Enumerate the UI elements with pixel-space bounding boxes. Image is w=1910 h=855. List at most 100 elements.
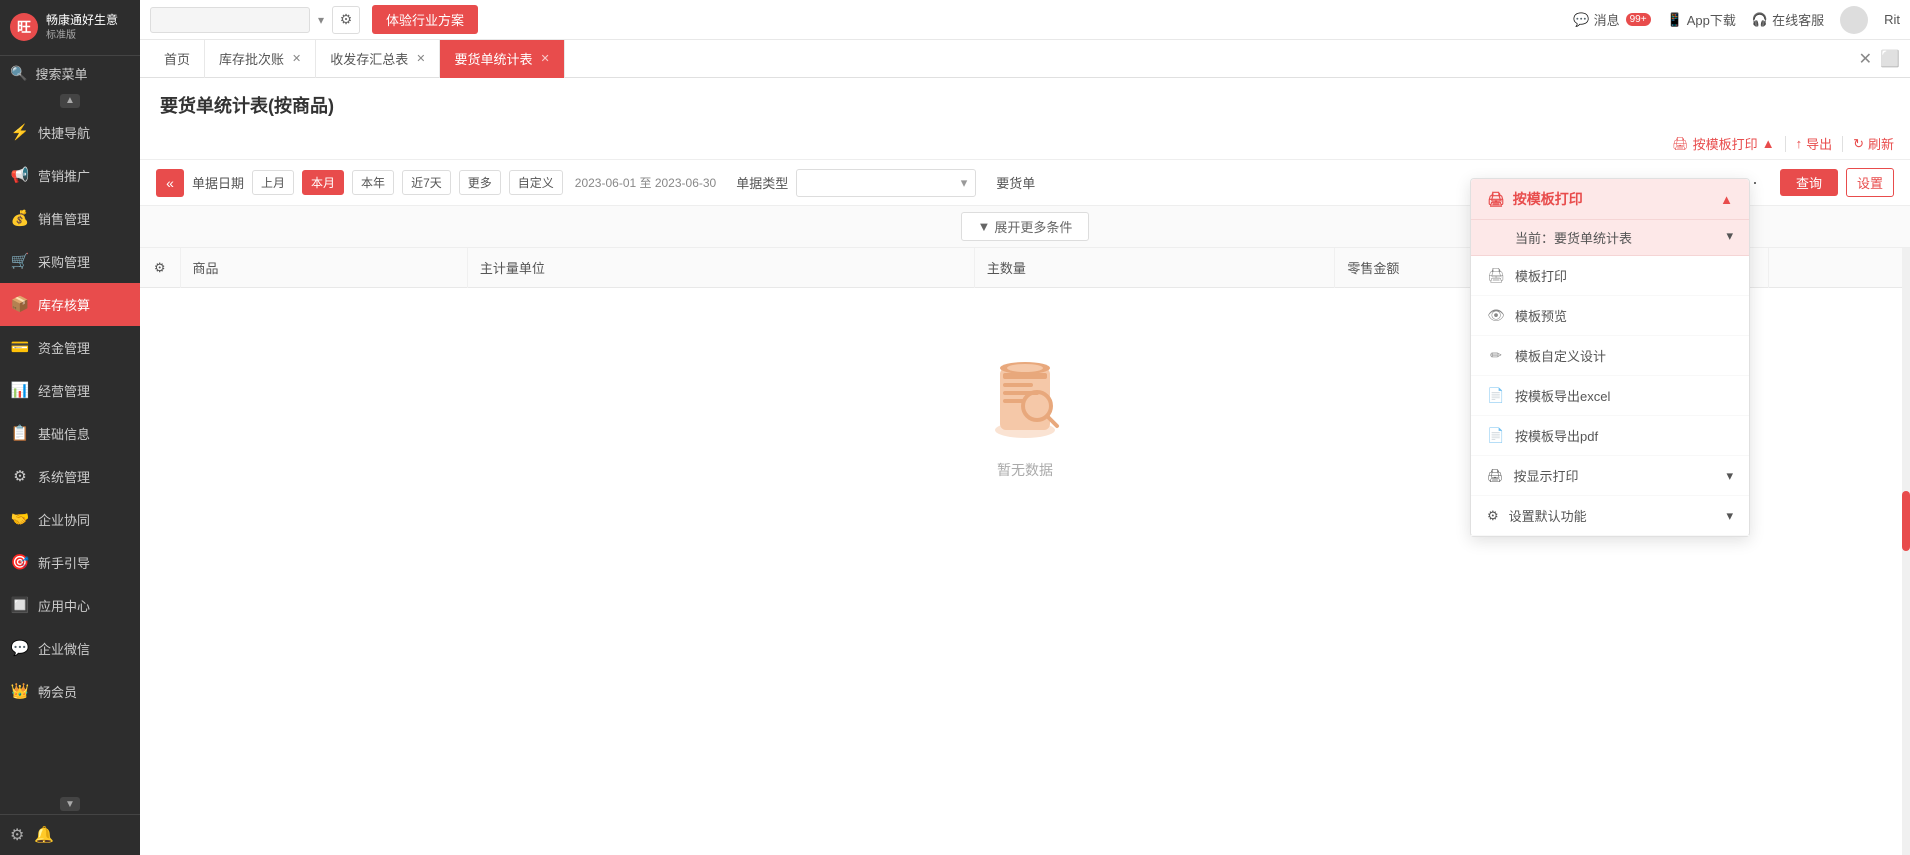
scroll-up-btn[interactable]: ▲ xyxy=(60,94,80,108)
sidebar-search[interactable]: 🔍 搜索菜单 xyxy=(0,56,140,91)
refresh-btn[interactable]: ↻ 刷新 xyxy=(1853,134,1894,153)
inventory-icon: 📦 xyxy=(10,295,30,313)
expand-more-btn[interactable]: ▼ 展开更多条件 xyxy=(961,212,1090,241)
gear-icon: ⚙ xyxy=(340,11,353,28)
tab-receipt-summary[interactable]: 收发存汇总表 ✕ xyxy=(316,40,440,78)
content-area: 要货单统计表(按商品) 🖨 按模板打印 ▲ ↑ 导出 ↻ 刷新 « 单据日期 xyxy=(140,78,1910,855)
online-service-btn[interactable]: 🎧 在线客服 xyxy=(1752,10,1824,29)
empty-text: 暂无数据 xyxy=(997,460,1053,480)
type-filter-select[interactable]: ▾ xyxy=(796,169,976,197)
date-btn-last-month[interactable]: 上月 xyxy=(252,170,294,195)
print-dropdown-menu: 🖨 按模板打印 ▲ 当前：要货单统计表 ▾ 🖨 模板打印 👁 模板预览 xyxy=(1470,178,1750,537)
app-download-btn[interactable]: 📱 App下载 xyxy=(1667,10,1736,29)
footer-sound-icon[interactable]: 🔔 xyxy=(34,825,54,845)
sidebar-item-quick-nav[interactable]: ⚡ 快捷导航 xyxy=(0,111,140,154)
topbar-right: 💬 消息 99+ 📱 App下载 🎧 在线客服 Rit xyxy=(1573,6,1900,34)
template-design-icon: ✏ xyxy=(1487,347,1505,364)
dropdown-display-print[interactable]: 🖨 按显示打印 ▾ xyxy=(1471,456,1749,496)
tab-order-stats[interactable]: 要货单统计表 ✕ xyxy=(440,40,564,78)
scrollbar-thumb[interactable] xyxy=(1902,491,1910,551)
date-range: 2023-06-01 至 2023-06-30 xyxy=(575,174,716,191)
dropdown-set-default[interactable]: ⚙ 设置默认功能 ▾ xyxy=(1471,496,1749,536)
app-logo-text: 畅康通好生意 标准版 xyxy=(46,12,118,43)
search-input[interactable] xyxy=(150,7,310,33)
dropdown-close-arrow-icon[interactable]: ▲ xyxy=(1720,192,1733,207)
settings-btn[interactable]: 设置 xyxy=(1846,168,1894,197)
tab-home[interactable]: 首页 xyxy=(150,40,205,78)
message-btn[interactable]: 💬 消息 99+ xyxy=(1573,10,1650,29)
sidebar-item-finance[interactable]: 💳 资金管理 xyxy=(0,326,140,369)
set-default-icon: ⚙ xyxy=(1487,508,1499,524)
sidebar-item-app-center[interactable]: 🔲 应用中心 xyxy=(0,584,140,627)
template-print-icon: 🖨 xyxy=(1487,267,1505,284)
dropdown-export-excel[interactable]: 📄 按模板导出excel xyxy=(1471,376,1749,416)
enterprise-icon: 🤝 xyxy=(10,510,30,528)
avatar[interactable] xyxy=(1840,6,1868,34)
dropdown-current-item[interactable]: 当前：要货单统计表 ▾ xyxy=(1471,220,1749,256)
print-icon: 🖨 xyxy=(1672,136,1689,152)
close-tab-receipt-summary-icon[interactable]: ✕ xyxy=(416,52,425,65)
date-btn-more[interactable]: 更多 xyxy=(459,170,501,195)
sidebar-item-guide[interactable]: 🎯 新手引导 xyxy=(0,541,140,584)
sidebar-item-system[interactable]: ⚙ 系统管理 xyxy=(0,455,140,498)
date-btn-this-year[interactable]: 本年 xyxy=(352,170,394,195)
export-icon: ↑ xyxy=(1796,136,1803,151)
message-badge: 99+ xyxy=(1626,13,1651,26)
sidebar-item-basics[interactable]: 📋 基础信息 xyxy=(0,412,140,455)
message-icon: 💬 xyxy=(1573,12,1589,28)
service-icon: 🎧 xyxy=(1752,12,1768,28)
app-download-icon: 📱 xyxy=(1667,12,1683,28)
dropdown-template-preview[interactable]: 👁 模板预览 xyxy=(1471,296,1749,336)
topbar-settings-btn[interactable]: ⚙ xyxy=(332,6,360,34)
col-product: 商品 xyxy=(180,248,467,288)
dropdown-header[interactable]: 🖨 按模板打印 ▲ xyxy=(1471,179,1749,220)
sidebar-item-purchase[interactable]: 🛒 采购管理 xyxy=(0,240,140,283)
sidebar-footer: ⚙ 🔔 xyxy=(0,814,140,855)
window-maximize-icon[interactable]: ⬜ xyxy=(1880,49,1900,69)
expand-icon-btn[interactable]: « xyxy=(156,169,184,197)
trial-btn[interactable]: 体验行业方案 xyxy=(372,5,478,34)
print-template-btn[interactable]: 🖨 按模板打印 ▲ xyxy=(1672,134,1774,153)
sidebar-scroll-up[interactable]: ▲ xyxy=(0,91,140,111)
vertical-scrollbar[interactable] xyxy=(1902,248,1910,855)
sidebar-item-operations[interactable]: 📊 经营管理 xyxy=(0,369,140,412)
dropdown-export-pdf[interactable]: 📄 按模板导出pdf xyxy=(1471,416,1749,456)
close-tab-inventory-batch-icon[interactable]: ✕ xyxy=(292,52,301,65)
date-btn-this-month[interactable]: 本月 xyxy=(302,170,344,195)
dropdown-template-design[interactable]: ✏ 模板自定义设计 xyxy=(1471,336,1749,376)
export-pdf-icon: 📄 xyxy=(1487,427,1505,444)
export-excel-icon: 📄 xyxy=(1487,387,1505,404)
dropdown-template-print[interactable]: 🖨 模板打印 xyxy=(1471,256,1749,296)
quick-nav-icon: ⚡ xyxy=(10,123,30,141)
sidebar-item-inventory[interactable]: 📦 库存核算 xyxy=(0,283,140,326)
display-print-icon: 🖨 xyxy=(1487,468,1504,484)
type-label: 单据类型 xyxy=(736,173,788,192)
close-tab-order-stats-icon[interactable]: ✕ xyxy=(541,52,550,65)
divider2 xyxy=(1842,136,1843,152)
date-btn-custom[interactable]: 自定义 xyxy=(509,170,563,195)
sidebar: 旺 畅康通好生意 标准版 🔍 搜索菜单 ▲ ⚡ 快捷导航 📢 营销推广 💰 销售… xyxy=(0,0,140,855)
set-default-arrow-icon: ▾ xyxy=(1726,508,1733,524)
sidebar-item-wechat[interactable]: 💬 企业微信 xyxy=(0,627,140,670)
sidebar-item-member[interactable]: 👑 畅会员 xyxy=(0,670,140,713)
footer-settings-icon[interactable]: ⚙ xyxy=(10,825,24,845)
export-btn[interactable]: ↑ 导出 xyxy=(1796,134,1833,153)
empty-icon xyxy=(975,348,1075,448)
col-settings[interactable]: ⚙ xyxy=(140,248,180,288)
operations-icon: 📊 xyxy=(10,381,30,399)
sidebar-item-marketing[interactable]: 📢 营销推广 xyxy=(0,154,140,197)
sidebar-item-sales[interactable]: 💰 销售管理 xyxy=(0,197,140,240)
tab-inventory-batch[interactable]: 库存批次账 ✕ xyxy=(205,40,316,78)
window-close-icon[interactable]: ✕ xyxy=(1859,49,1872,69)
user-name: Rit xyxy=(1884,12,1900,27)
scroll-down-btn[interactable]: ▼ xyxy=(60,797,80,811)
purchase-icon: 🛒 xyxy=(10,252,30,270)
query-btn[interactable]: 查询 xyxy=(1780,169,1838,196)
dropdown-arrow-icon[interactable]: ▾ xyxy=(318,13,324,27)
sidebar-item-enterprise[interactable]: 🤝 企业协同 xyxy=(0,498,140,541)
col-extra xyxy=(1769,248,1910,288)
app-logo-icon: 旺 xyxy=(10,13,38,41)
sidebar-scroll-down[interactable]: ▼ xyxy=(0,794,140,814)
date-btn-7days[interactable]: 近7天 xyxy=(402,170,451,195)
app-center-icon: 🔲 xyxy=(10,596,30,614)
